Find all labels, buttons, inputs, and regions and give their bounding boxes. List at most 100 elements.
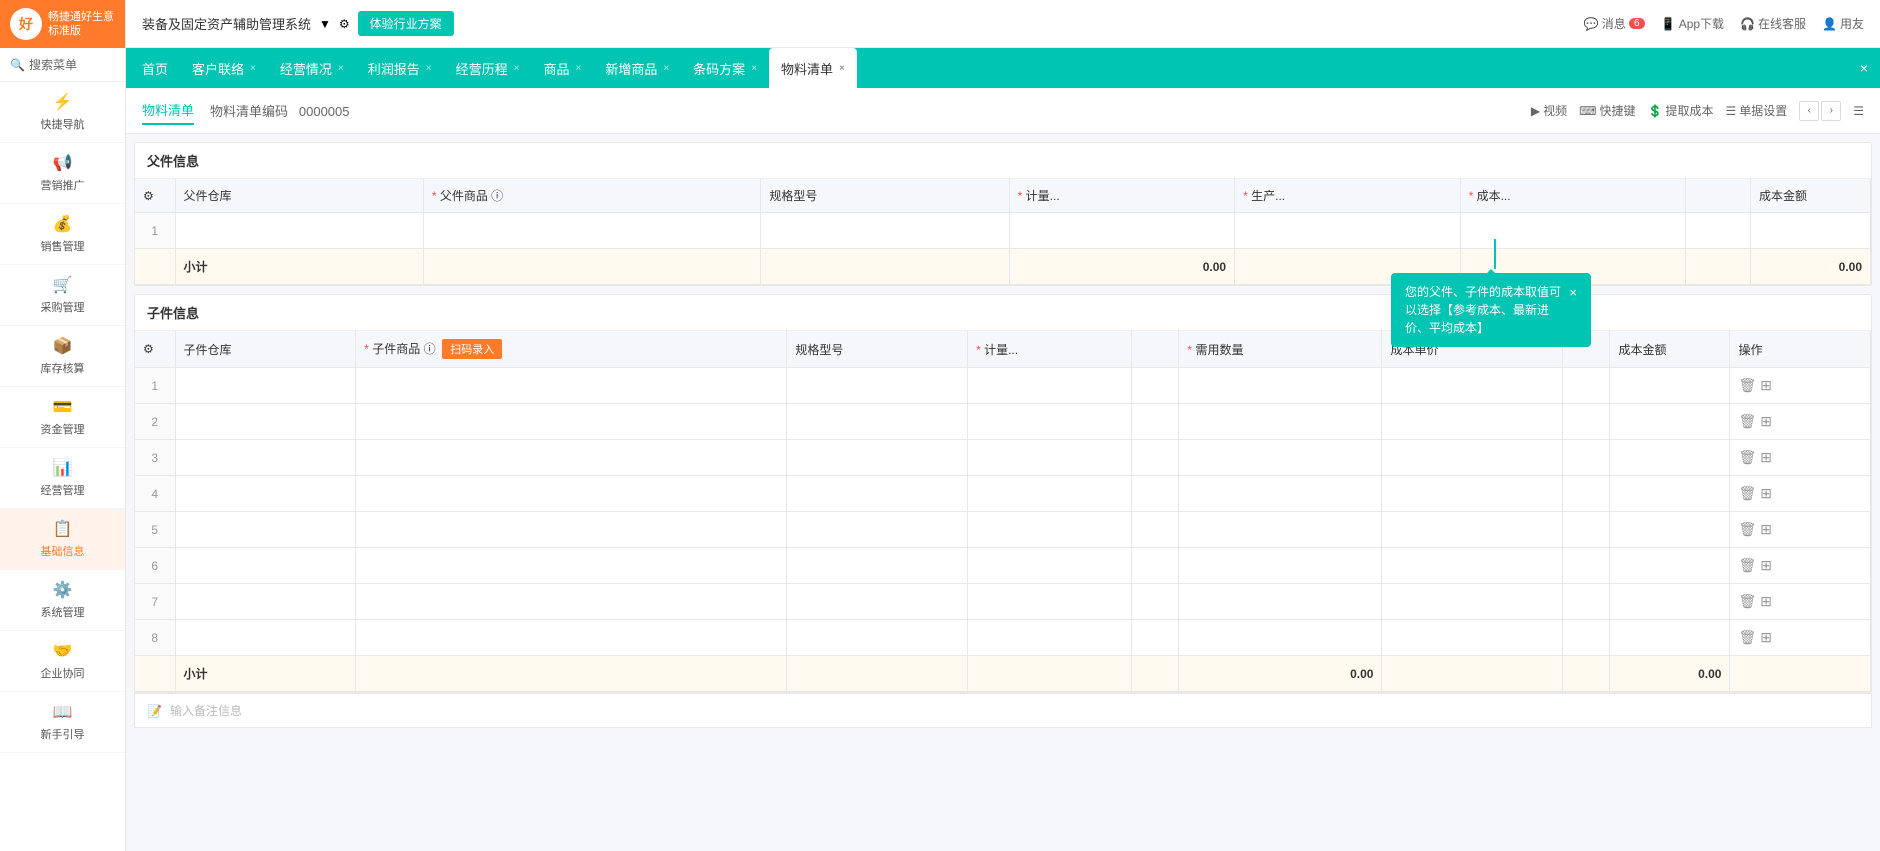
child-warehouse-5[interactable]	[175, 512, 356, 548]
delete-icon-2[interactable]: 🗑	[1738, 413, 1756, 430]
copy-icon-5[interactable]: ⊞	[1760, 521, 1772, 538]
child-warehouse-8[interactable]	[175, 620, 356, 656]
delete-icon-6[interactable]: 🗑	[1738, 557, 1756, 574]
shortcut-action[interactable]: ⌨ 快捷键	[1579, 102, 1635, 119]
delete-icon-1[interactable]: 🗑	[1738, 377, 1756, 394]
tab-home[interactable]: 首页	[130, 48, 180, 88]
child-spec-3[interactable]	[787, 440, 968, 476]
child-product-8[interactable]	[356, 620, 787, 656]
tab-history[interactable]: 经营历程 ×	[444, 48, 532, 88]
tab-ops-close[interactable]: ×	[338, 63, 344, 74]
tab-barcode[interactable]: 条码方案 ×	[681, 48, 769, 88]
settings-icon[interactable]: ⚙	[339, 17, 350, 31]
child-unit-6[interactable]	[968, 548, 1132, 584]
child-warehouse-3[interactable]	[175, 440, 356, 476]
child-qty-6[interactable]	[1179, 548, 1382, 584]
tab-product-close[interactable]: ×	[575, 63, 581, 74]
list-view-icon[interactable]: ☰	[1853, 104, 1864, 118]
tab-profit[interactable]: 利润报告 ×	[356, 48, 444, 88]
sidebar-item-inventory[interactable]: 📦 库存核算	[0, 326, 125, 387]
child-unit-cost-3[interactable]	[1382, 440, 1563, 476]
view-action[interactable]: ▶ 视频	[1531, 102, 1567, 119]
tab-product[interactable]: 商品 ×	[531, 48, 593, 88]
delete-icon-3[interactable]: 🗑	[1738, 449, 1756, 466]
copy-icon-4[interactable]: ⊞	[1760, 485, 1772, 502]
child-unit-3[interactable]	[968, 440, 1132, 476]
tab-profit-close[interactable]: ×	[426, 63, 432, 74]
copy-icon-2[interactable]: ⊞	[1760, 413, 1772, 430]
child-product-5[interactable]	[356, 512, 787, 548]
child-unit-4[interactable]	[968, 476, 1132, 512]
tab-barcode-close[interactable]: ×	[751, 63, 757, 74]
sidebar-item-purchase[interactable]: 🛒 采购管理	[0, 265, 125, 326]
child-warehouse-7[interactable]	[175, 584, 356, 620]
tab-operations-status[interactable]: 经营情况 ×	[268, 48, 356, 88]
copy-icon-8[interactable]: ⊞	[1760, 629, 1772, 646]
child-spec-6[interactable]	[787, 548, 968, 584]
child-unit-cost-1[interactable]	[1382, 368, 1563, 404]
child-qty-2[interactable]	[1179, 404, 1382, 440]
cost-action[interactable]: 💲 提取成本	[1647, 102, 1713, 119]
child-unit-cost-6[interactable]	[1382, 548, 1563, 584]
search-menu-item[interactable]: 🔍 搜索菜单	[0, 48, 125, 82]
sub-nav-bom[interactable]: 物料清单	[142, 96, 194, 125]
child-spec-2[interactable]	[787, 404, 968, 440]
child-qty-7[interactable]	[1179, 584, 1382, 620]
tab-customer[interactable]: 客户联络 ×	[180, 48, 268, 88]
sidebar-item-basic-info[interactable]: 📋 基础信息	[0, 509, 125, 570]
parent-warehouse-1[interactable]	[175, 213, 423, 249]
child-product-1[interactable]	[356, 368, 787, 404]
child-qty-1[interactable]	[1179, 368, 1382, 404]
child-product-2[interactable]	[356, 404, 787, 440]
delete-icon-4[interactable]: 🗑	[1738, 485, 1756, 502]
child-unit-5[interactable]	[968, 512, 1132, 548]
child-unit-cost-5[interactable]	[1382, 512, 1563, 548]
doc-settings-action[interactable]: ☰ 单据设置	[1725, 102, 1787, 119]
delete-icon-8[interactable]: 🗑	[1738, 629, 1756, 646]
note-placeholder[interactable]: 输入备注信息	[170, 702, 242, 719]
child-product-7[interactable]	[356, 584, 787, 620]
sidebar-item-operations[interactable]: 📊 经营管理	[0, 448, 125, 509]
user-btn[interactable]: 👤 用友	[1822, 15, 1864, 32]
parent-production-1[interactable]	[1235, 213, 1460, 249]
tab-bom-close[interactable]: ×	[839, 63, 845, 74]
sidebar-item-marketing[interactable]: 📢 营销推广	[0, 143, 125, 204]
scan-input-btn[interactable]: 扫码录入	[442, 339, 502, 359]
sidebar-item-finance[interactable]: 💳 资金管理	[0, 387, 125, 448]
app-download-btn[interactable]: 📱 App下载	[1661, 15, 1724, 32]
child-unit-2[interactable]	[968, 404, 1132, 440]
sidebar-item-system[interactable]: ⚙️ 系统管理	[0, 570, 125, 631]
delete-icon-7[interactable]: 🗑	[1738, 593, 1756, 610]
tab-history-close[interactable]: ×	[514, 63, 520, 74]
child-qty-4[interactable]	[1179, 476, 1382, 512]
child-qty-3[interactable]	[1179, 440, 1382, 476]
child-unit-8[interactable]	[968, 620, 1132, 656]
child-qty-8[interactable]	[1179, 620, 1382, 656]
tab-new-product[interactable]: 新增商品 ×	[593, 48, 681, 88]
child-spec-8[interactable]	[787, 620, 968, 656]
online-service-btn[interactable]: 🎧 在线客服	[1740, 15, 1806, 32]
child-unit-cost-2[interactable]	[1382, 404, 1563, 440]
child-warehouse-4[interactable]	[175, 476, 356, 512]
sidebar-item-quick-nav[interactable]: ⚡ 快捷导航	[0, 82, 125, 143]
child-qty-5[interactable]	[1179, 512, 1382, 548]
tab-customer-close[interactable]: ×	[250, 63, 256, 74]
child-product-6[interactable]	[356, 548, 787, 584]
sidebar-item-guide[interactable]: 📖 新手引导	[0, 692, 125, 753]
parent-product-1[interactable]	[423, 213, 761, 249]
copy-icon-3[interactable]: ⊞	[1760, 449, 1772, 466]
child-spec-4[interactable]	[787, 476, 968, 512]
sidebar-item-sales[interactable]: 💰 销售管理	[0, 204, 125, 265]
child-spec-1[interactable]	[787, 368, 968, 404]
tooltip-close-btn[interactable]: ×	[1569, 283, 1577, 303]
child-unit-cost-7[interactable]	[1382, 584, 1563, 620]
copy-icon-6[interactable]: ⊞	[1760, 557, 1772, 574]
nav-next-btn[interactable]: ›	[1821, 101, 1841, 121]
child-unit-cost-8[interactable]	[1382, 620, 1563, 656]
child-unit-1[interactable]	[968, 368, 1132, 404]
child-unit-7[interactable]	[968, 584, 1132, 620]
message-btn[interactable]: 💬 消息 6	[1584, 15, 1645, 32]
tab-bom[interactable]: 物料清单 ×	[769, 48, 857, 88]
tab-new-product-close[interactable]: ×	[663, 63, 669, 74]
child-product-3[interactable]	[356, 440, 787, 476]
